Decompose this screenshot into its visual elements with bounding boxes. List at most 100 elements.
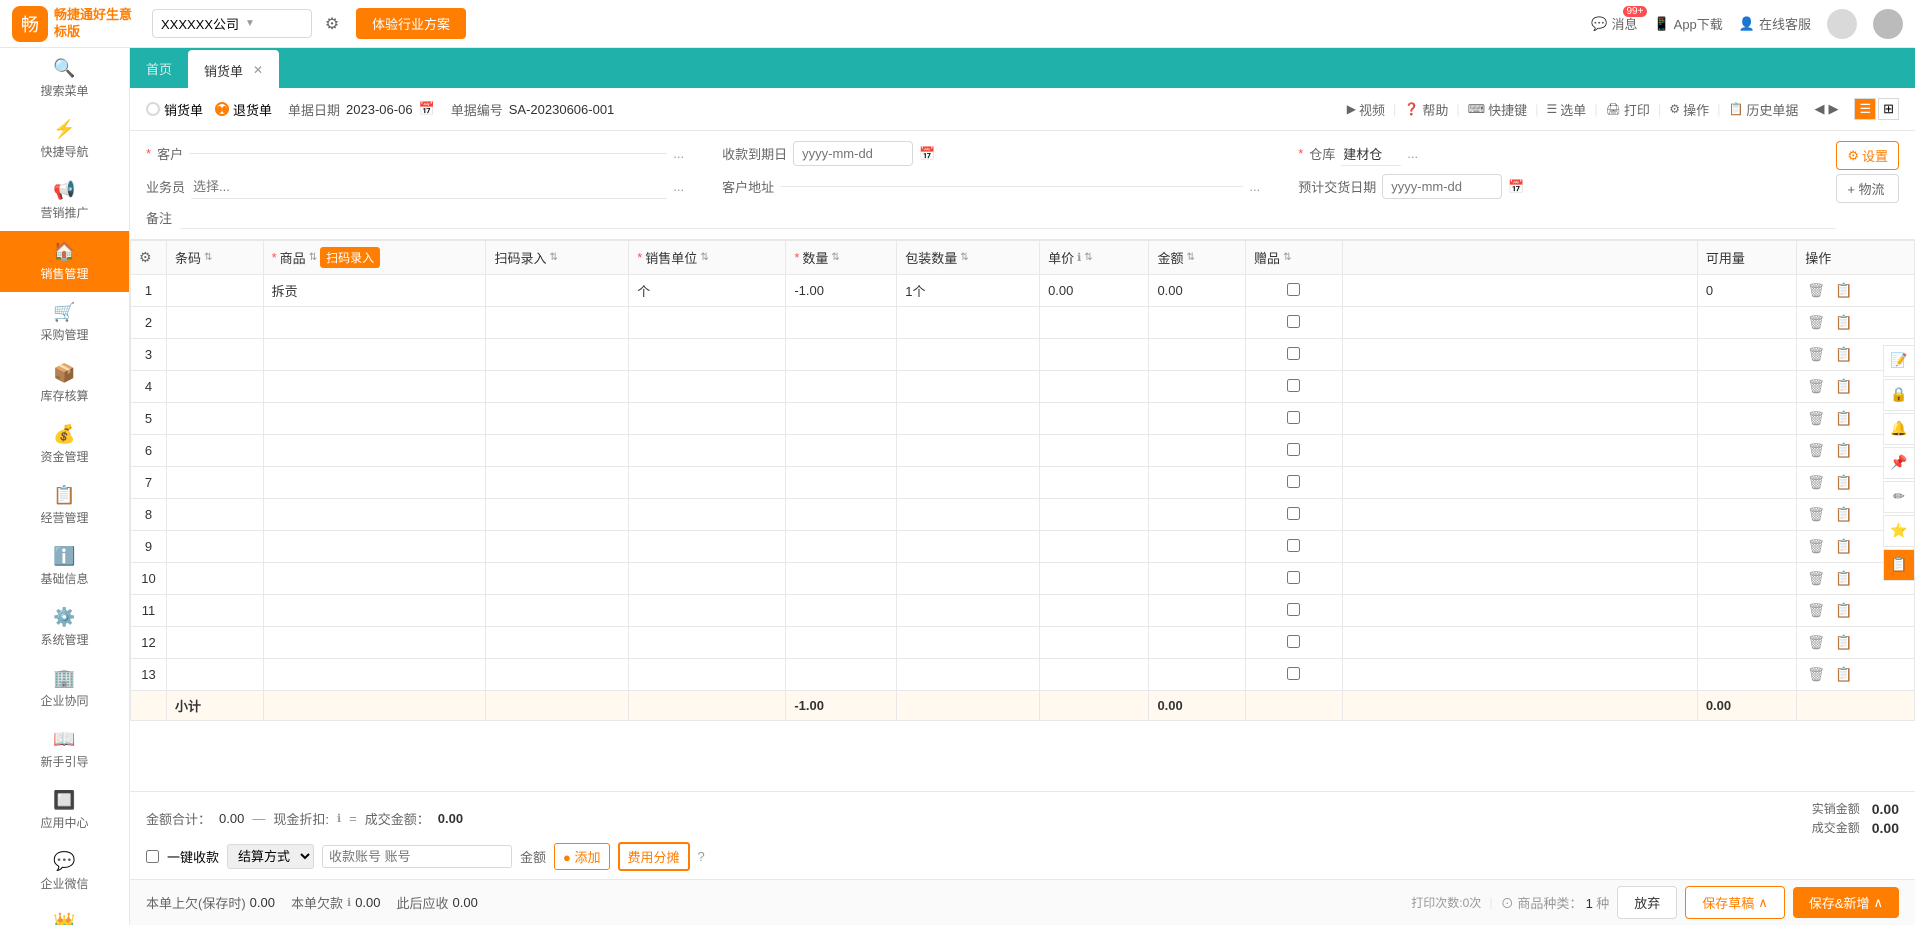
select-order-btn[interactable]: ☰ 选单: [1546, 100, 1586, 119]
tab-sales-order[interactable]: 销货单 ✕: [188, 50, 279, 90]
sidebar-item-inventory[interactable]: 📦 库存核算: [0, 353, 129, 414]
th-settings[interactable]: ⚙: [131, 241, 167, 275]
sidebar-item-sales[interactable]: 🏠 销售管理: [0, 231, 129, 292]
company-selector[interactable]: XXXXXX公司 ▼: [152, 9, 312, 38]
float-btn-4[interactable]: 📌: [1883, 447, 1915, 479]
scan-barcode-btn[interactable]: 扫码录入: [320, 247, 380, 268]
float-btn-orange[interactable]: 📋: [1883, 549, 1915, 581]
delete-row-btn[interactable]: 🗑: [1805, 440, 1827, 461]
warehouse-select-btn[interactable]: ...: [1407, 146, 1418, 161]
radio-sales-order[interactable]: 销货单: [146, 100, 203, 119]
payment-due-calendar-icon[interactable]: 📅: [919, 146, 935, 162]
copy-row-btn[interactable]: 📋: [1833, 600, 1854, 621]
sidebar-item-enterprise[interactable]: 🏢 企业协同: [0, 658, 129, 719]
customer-addr-select-btn[interactable]: ...: [1249, 179, 1260, 194]
copy-row-btn[interactable]: 📋: [1833, 504, 1854, 525]
copy-row-btn[interactable]: 📋: [1833, 440, 1854, 461]
delete-row-btn[interactable]: 🗑: [1805, 664, 1827, 685]
delete-row-btn[interactable]: 🗑: [1805, 280, 1827, 301]
salesperson-input[interactable]: [191, 175, 667, 199]
fee-question-icon[interactable]: ?: [698, 849, 705, 864]
delete-row-btn[interactable]: 🗑: [1805, 568, 1827, 589]
copy-row-btn[interactable]: 📋: [1833, 472, 1854, 493]
prev-record-icon[interactable]: ◀: [1814, 101, 1824, 117]
tab-home[interactable]: 首页: [130, 48, 188, 88]
copy-row-btn[interactable]: 📋: [1833, 536, 1854, 557]
delete-row-btn[interactable]: 🗑: [1805, 344, 1827, 365]
help-btn[interactable]: ❓ 帮助: [1404, 100, 1448, 119]
copy-row-btn[interactable]: 📋: [1833, 376, 1854, 397]
delete-row-btn[interactable]: 🗑: [1805, 472, 1827, 493]
delete-row-btn[interactable]: 🗑: [1805, 600, 1827, 621]
delivery-date-input[interactable]: [1382, 174, 1502, 199]
sidebar-item-system[interactable]: ⚙️ 系统管理: [0, 597, 129, 658]
save-new-btn[interactable]: 保存&新增 ∧: [1793, 887, 1899, 918]
sidebar-item-search[interactable]: 🔍 搜索菜单: [0, 48, 129, 109]
shortcut-btn[interactable]: ⌨ 快捷键: [1468, 100, 1527, 119]
save-draft-btn[interactable]: 保存草稿 ∧: [1685, 886, 1785, 919]
th-gear-icon[interactable]: ⚙: [139, 249, 152, 265]
row-amount[interactable]: 0.00: [1149, 275, 1246, 307]
copy-row-btn[interactable]: 📋: [1833, 312, 1854, 333]
avatar2[interactable]: [1873, 9, 1903, 39]
copy-row-btn[interactable]: 📋: [1833, 280, 1854, 301]
online-service-btn[interactable]: 👤 在线客服: [1739, 14, 1811, 33]
notes-input[interactable]: [180, 205, 1836, 229]
operate-btn[interactable]: ⚙ 操作: [1669, 100, 1709, 119]
delete-row-btn[interactable]: 🗑: [1805, 632, 1827, 653]
form-settings-btn[interactable]: ⚙ 设置: [1836, 141, 1899, 170]
copy-row-btn[interactable]: 📋: [1833, 344, 1854, 365]
delete-row-btn[interactable]: 🗑: [1805, 312, 1827, 333]
next-record-icon[interactable]: ▶: [1828, 101, 1838, 117]
copy-row-btn[interactable]: 📋: [1833, 632, 1854, 653]
delete-row-btn[interactable]: 🗑: [1805, 376, 1827, 397]
sidebar-item-marketing[interactable]: 📢 营销推广: [0, 170, 129, 231]
unit-price-info-icon[interactable]: ℹ: [1077, 251, 1081, 264]
copy-row-btn[interactable]: 📋: [1833, 408, 1854, 429]
history-btn[interactable]: 📋 历史单据: [1728, 100, 1798, 119]
app-download-btn[interactable]: 📱 App下载: [1653, 14, 1722, 33]
copy-row-btn[interactable]: 📋: [1833, 568, 1854, 589]
discount-info-icon[interactable]: ℹ: [337, 812, 341, 825]
discard-btn[interactable]: 放弃: [1617, 886, 1677, 919]
delete-row-btn[interactable]: 🗑: [1805, 504, 1827, 525]
owe-info-icon[interactable]: ℹ: [347, 896, 351, 909]
delete-row-btn[interactable]: 🗑: [1805, 536, 1827, 557]
list-view-icon[interactable]: ☰: [1854, 98, 1876, 120]
float-btn-2[interactable]: 🔒: [1883, 379, 1915, 411]
one-click-payment-checkbox[interactable]: [146, 850, 159, 863]
account-input[interactable]: [322, 845, 512, 868]
sidebar-item-quicknav[interactable]: ⚡ 快捷导航: [0, 109, 129, 170]
sidebar-item-operations[interactable]: 📋 经营管理: [0, 475, 129, 536]
radio-return-order[interactable]: 退货单: [215, 100, 272, 119]
sidebar-item-wechat[interactable]: 💬 企业微信: [0, 841, 129, 902]
video-btn[interactable]: ▶ 视频: [1347, 100, 1385, 119]
delivery-calendar-icon[interactable]: 📅: [1508, 179, 1524, 195]
row-unit[interactable]: 个: [629, 275, 786, 307]
sidebar-item-guide[interactable]: 📖 新手引导: [0, 719, 129, 780]
row-unit-price[interactable]: 0.00: [1040, 275, 1149, 307]
sidebar-item-finance[interactable]: 💰 资金管理: [0, 414, 129, 475]
payment-due-input[interactable]: [793, 141, 913, 166]
customer-select-btn[interactable]: ...: [673, 146, 684, 161]
row-product[interactable]: 拆贡: [263, 275, 486, 307]
print-btn[interactable]: 🖨 打印: [1606, 100, 1650, 119]
calc-method-select[interactable]: 结算方式: [227, 844, 314, 869]
grid-view-icon[interactable]: ⊞: [1878, 98, 1899, 120]
row-spec[interactable]: [486, 275, 629, 307]
trial-button[interactable]: 体验行业方案: [356, 8, 466, 39]
sidebar-item-purchase[interactable]: 🛒 采购管理: [0, 292, 129, 353]
float-btn-5[interactable]: ✏: [1883, 481, 1915, 513]
avatar[interactable]: [1827, 9, 1857, 39]
sidebar-item-member[interactable]: 👑 畅会员: [0, 902, 129, 925]
row-gift-checkbox[interactable]: [1246, 275, 1343, 307]
float-btn-1[interactable]: 📝: [1883, 345, 1915, 377]
row-barcode[interactable]: [167, 275, 264, 307]
message-btn[interactable]: 💬 消息 99+: [1591, 14, 1637, 33]
float-btn-3[interactable]: 🔔: [1883, 413, 1915, 445]
copy-row-btn[interactable]: 📋: [1833, 664, 1854, 685]
sidebar-item-basic[interactable]: ℹ️ 基础信息: [0, 536, 129, 597]
row-quantity[interactable]: -1.00: [786, 275, 897, 307]
sidebar-item-apps[interactable]: 🔲 应用中心: [0, 780, 129, 841]
delete-row-btn[interactable]: 🗑: [1805, 408, 1827, 429]
